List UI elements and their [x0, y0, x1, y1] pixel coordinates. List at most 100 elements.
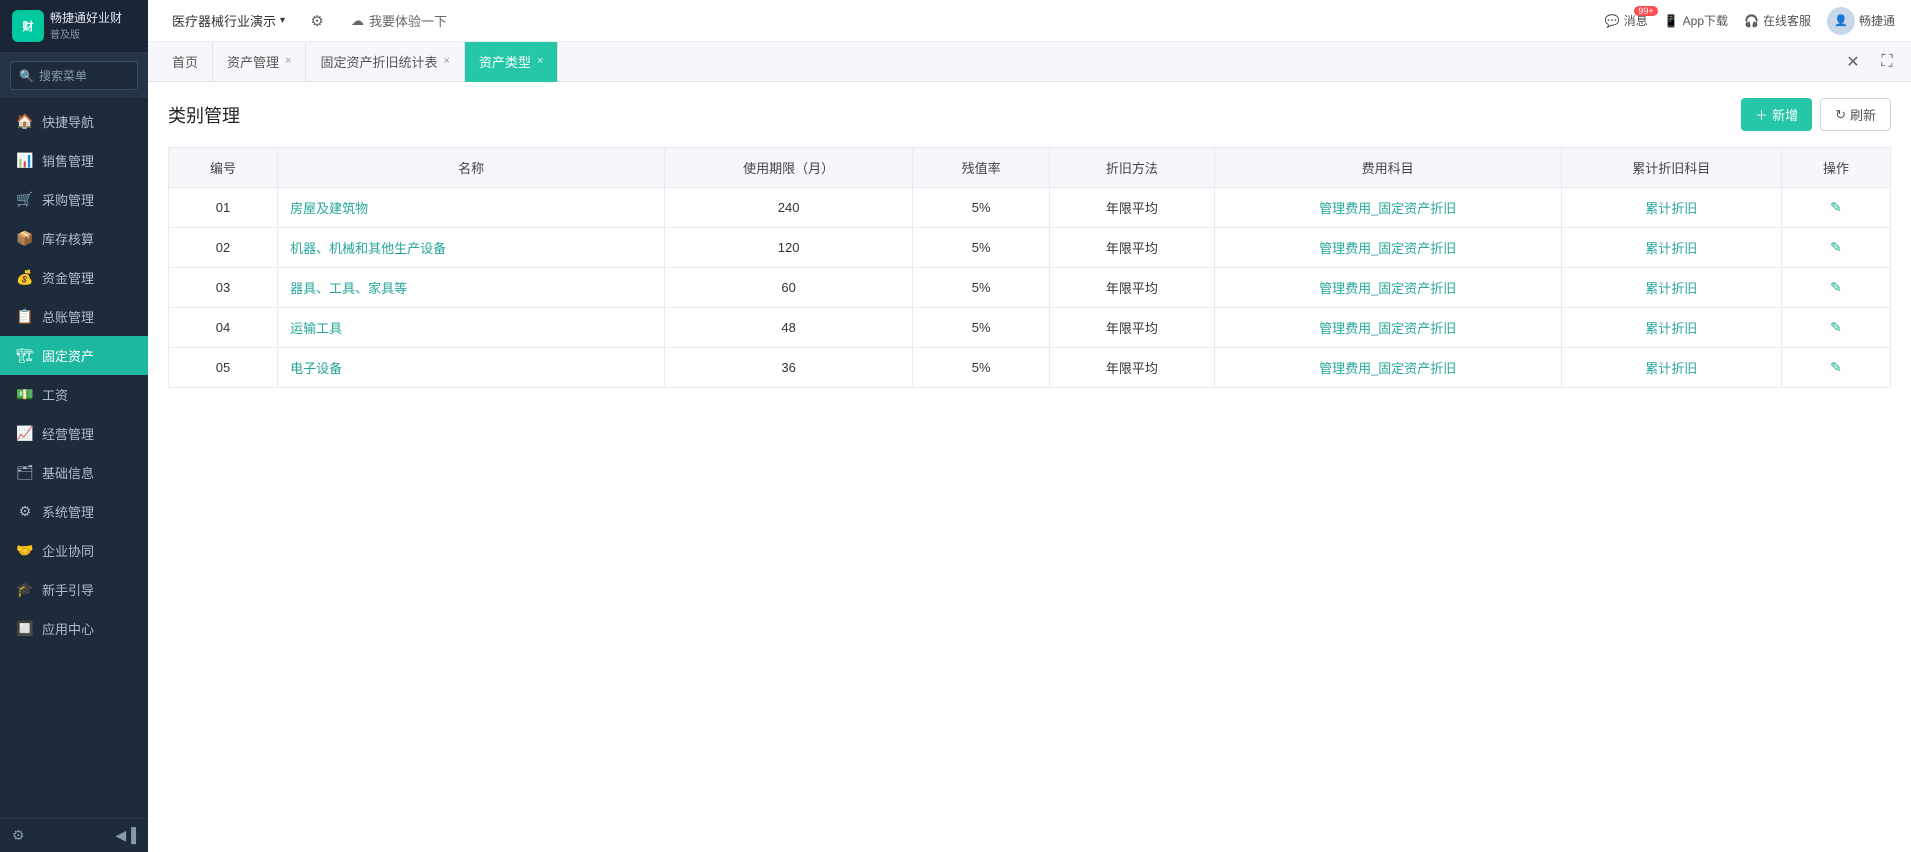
accumulated-link[interactable]: 累计折旧	[1645, 241, 1697, 256]
tab-asset-mgmt-label: 资产管理	[227, 52, 279, 71]
app-download-button[interactable]: 📱 App下载	[1664, 12, 1728, 29]
sidebar-item-basic[interactable]: 🗂 基础信息	[0, 453, 148, 492]
cell-residual: 5%	[913, 268, 1050, 308]
sidebar-item-appcenter[interactable]: 🔲 应用中心	[0, 609, 148, 648]
message-button[interactable]: 💬 消息 99+	[1605, 12, 1648, 29]
expense-link[interactable]: 管理费用_固定资产折旧	[1319, 201, 1456, 216]
cell-expense: 管理费用_固定资产折旧	[1214, 348, 1561, 388]
tab-asset-type[interactable]: 资产类型 ×	[465, 42, 558, 82]
salary-icon: 💵	[16, 386, 34, 403]
cell-method: 年限平均	[1050, 268, 1215, 308]
tab-asset-mgmt-close[interactable]: ×	[285, 56, 291, 67]
trial-button[interactable]: ☁ 我要体验一下	[351, 11, 447, 30]
expense-link[interactable]: 管理费用_固定资产折旧	[1319, 321, 1456, 336]
sidebar-item-fixed[interactable]: 🏗 固定资产	[0, 336, 148, 375]
home-icon: 🏠	[16, 113, 34, 130]
tab-home-label: 首页	[172, 52, 198, 71]
col-accumulated: 累计折旧科目	[1561, 148, 1781, 188]
category-name-link[interactable]: 运输工具	[290, 321, 342, 336]
tabs-bar: 首页 资产管理 × 固定资产折旧统计表 × 资产类型 × ✕ ⛶	[148, 42, 1911, 82]
cell-action: ✎	[1781, 228, 1890, 268]
cell-residual: 5%	[913, 228, 1050, 268]
fixed-asset-icon: 🏗	[16, 347, 34, 364]
close-tab-button[interactable]: ✕	[1839, 48, 1867, 76]
tab-asset-type-close[interactable]: ×	[537, 56, 543, 67]
main-area: 医疗器械行业演示 ▾ ⚙ ☁ 我要体验一下 💬 消息 99+ 📱 App下载 🎧…	[148, 0, 1911, 852]
cell-expense: 管理费用_固定资产折旧	[1214, 188, 1561, 228]
category-name-link[interactable]: 机器、机械和其他生产设备	[290, 241, 446, 256]
tab-depreciation-close[interactable]: ×	[443, 56, 449, 67]
page-title: 类别管理	[168, 102, 240, 128]
sidebar-item-quicknav[interactable]: 🏠 快捷导航	[0, 102, 148, 141]
cell-action: ✎	[1781, 348, 1890, 388]
accumulated-link[interactable]: 累计折旧	[1645, 201, 1697, 216]
demo-selector[interactable]: 医疗器械行业演示 ▾	[164, 7, 293, 34]
cell-months: 120	[665, 228, 913, 268]
expand-tab-button[interactable]: ⛶	[1873, 48, 1901, 76]
edit-button[interactable]: ✎	[1830, 279, 1842, 295]
table-row: 05 电子设备 36 5% 年限平均 管理费用_固定资产折旧 累计折旧 ✎	[169, 348, 1891, 388]
search-menu-button[interactable]: 🔍 搜索菜单	[10, 61, 138, 90]
cell-accumulated: 累计折旧	[1561, 348, 1781, 388]
user-menu[interactable]: 👤 畅捷通	[1827, 7, 1895, 35]
cell-residual: 5%	[913, 348, 1050, 388]
sidebar-search-area: 🔍 搜索菜单	[0, 53, 148, 98]
sidebar-item-ledger[interactable]: 📋 总账管理	[0, 297, 148, 336]
table-row: 03 器具、工具、家具等 60 5% 年限平均 管理费用_固定资产折旧 累计折旧…	[169, 268, 1891, 308]
inventory-icon: 📦	[16, 230, 34, 247]
headset-icon: 🎧	[1744, 14, 1759, 28]
sidebar-item-ops[interactable]: 📈 经营管理	[0, 414, 148, 453]
edit-button[interactable]: ✎	[1830, 319, 1842, 335]
sidebar-item-purchase[interactable]: 🛒 采购管理	[0, 180, 148, 219]
accumulated-link[interactable]: 累计折旧	[1645, 321, 1697, 336]
content-area: 类别管理 ＋ 新增 ↻ 刷新 编号 名称 使用期限（月） 残值率	[148, 82, 1911, 852]
sidebar-item-funds[interactable]: 💰 资金管理	[0, 258, 148, 297]
header-actions: ＋ 新增 ↻ 刷新	[1741, 98, 1891, 131]
cell-months: 36	[665, 348, 913, 388]
edit-button[interactable]: ✎	[1830, 359, 1842, 375]
accumulated-link[interactable]: 累计折旧	[1645, 281, 1697, 296]
expense-link[interactable]: 管理费用_固定资产折旧	[1319, 361, 1456, 376]
category-name-link[interactable]: 房屋及建筑物	[290, 201, 368, 216]
expense-link[interactable]: 管理费用_固定资产折旧	[1319, 281, 1456, 296]
cell-residual: 5%	[913, 188, 1050, 228]
cell-accumulated: 累计折旧	[1561, 308, 1781, 348]
cell-name: 电子设备	[278, 348, 665, 388]
settings-gear-button[interactable]: ⚙	[303, 7, 331, 35]
cell-accumulated: 累计折旧	[1561, 188, 1781, 228]
online-service-button[interactable]: 🎧 在线客服	[1744, 12, 1811, 29]
settings-button[interactable]: ⚙	[12, 827, 25, 844]
cell-method: 年限平均	[1050, 188, 1215, 228]
tab-depreciation[interactable]: 固定资产折旧统计表 ×	[306, 42, 464, 82]
sidebar-item-salary[interactable]: 💵 工资	[0, 375, 148, 414]
logo-sub: 普及版	[50, 26, 122, 41]
accumulated-link[interactable]: 累计折旧	[1645, 361, 1697, 376]
expense-link[interactable]: 管理费用_固定资产折旧	[1319, 241, 1456, 256]
collapse-button[interactable]: ◀▐	[115, 827, 136, 844]
cell-id: 02	[169, 228, 278, 268]
refresh-button[interactable]: ↻ 刷新	[1820, 98, 1891, 131]
sidebar-item-collab[interactable]: 🤝 企业协同	[0, 531, 148, 570]
tab-home[interactable]: 首页	[158, 42, 213, 82]
category-name-link[interactable]: 电子设备	[290, 361, 342, 376]
edit-button[interactable]: ✎	[1830, 239, 1842, 255]
sidebar-item-guide[interactable]: 🎓 新手引导	[0, 570, 148, 609]
category-name-link[interactable]: 器具、工具、家具等	[290, 281, 407, 296]
message-badge: 99+	[1634, 6, 1657, 16]
guide-icon: 🎓	[16, 581, 34, 598]
sidebar-item-system[interactable]: ⚙ 系统管理	[0, 492, 148, 531]
edit-button[interactable]: ✎	[1830, 199, 1842, 215]
cell-method: 年限平均	[1050, 348, 1215, 388]
col-id: 编号	[169, 148, 278, 188]
cell-method: 年限平均	[1050, 308, 1215, 348]
sidebar-item-sales[interactable]: 📊 销售管理	[0, 141, 148, 180]
user-icon: 👤	[1834, 14, 1848, 27]
cell-months: 240	[665, 188, 913, 228]
new-button[interactable]: ＋ 新增	[1741, 98, 1812, 131]
mobile-icon: 📱	[1664, 14, 1679, 28]
search-icon: 🔍	[19, 69, 34, 83]
col-residual: 残值率	[913, 148, 1050, 188]
tab-asset-mgmt[interactable]: 资产管理 ×	[213, 42, 306, 82]
sidebar-item-inventory[interactable]: 📦 库存核算	[0, 219, 148, 258]
tab-asset-type-label: 资产类型	[479, 52, 531, 71]
